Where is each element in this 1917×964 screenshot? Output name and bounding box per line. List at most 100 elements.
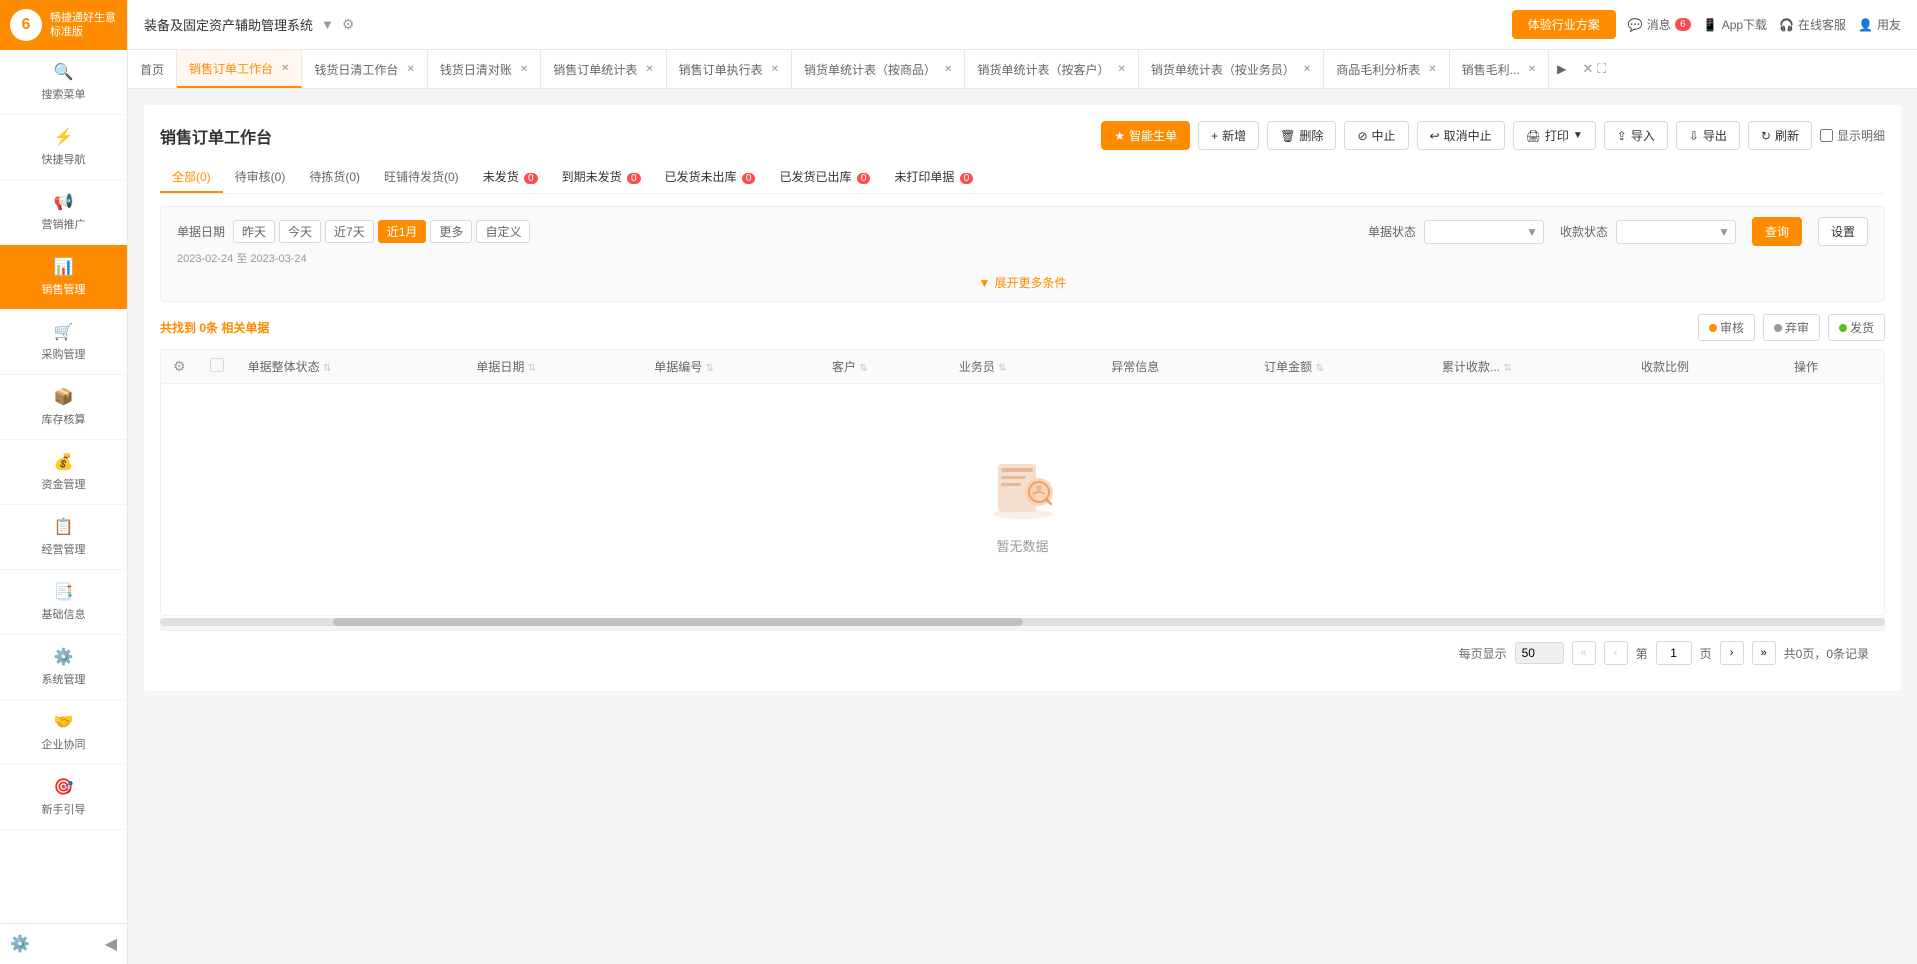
page-next-btn[interactable]: ›	[1720, 641, 1744, 665]
filter-tab-pending-inspect[interactable]: 待拣货(0)	[297, 162, 372, 193]
print-btn[interactable]: 🖨 打印 ▼	[1513, 121, 1596, 150]
cancel-review-btn[interactable]: 弃审	[1763, 314, 1820, 341]
tab-home[interactable]: 首页	[128, 50, 177, 88]
operation-icon: 📋	[54, 517, 74, 537]
tab-more-btn[interactable]: ▶	[1549, 50, 1574, 88]
query-btn[interactable]: 查询	[1752, 217, 1802, 246]
filter-tab-not-printed[interactable]: 未打印单据 0	[882, 162, 985, 193]
date-7days-btn[interactable]: 近7天	[325, 220, 374, 243]
sidebar-item-inventory[interactable]: 📦 库存核算	[0, 375, 127, 440]
settings-gear-icon[interactable]: ⚙	[342, 16, 355, 33]
tab-close-cash-daily[interactable]: ✕	[406, 64, 414, 75]
sidebar-item-basic[interactable]: 📑 基础信息	[0, 570, 127, 635]
tab-sale-sum-product[interactable]: 销货单统计表（按商品） ✕	[792, 50, 965, 88]
page-number-input[interactable]: 1	[1656, 641, 1692, 665]
tab-sales-stat[interactable]: 销售订单统计表 ✕	[541, 50, 666, 88]
tab-close-sum-staff[interactable]: ✕	[1303, 64, 1311, 75]
tab-close-all-icon[interactable]: ✕	[1582, 61, 1593, 77]
sidebar-item-marketing[interactable]: 📢 营销推广	[0, 180, 127, 245]
tab-sales-exec[interactable]: 销售订单执行表 ✕	[667, 50, 792, 88]
date-more-btn[interactable]: 更多	[430, 220, 472, 243]
sidebar-item-quick-nav[interactable]: ⚡ 快捷导航	[0, 115, 127, 180]
tab-sale-sum-customer-label: 销货单统计表（按客户）	[977, 61, 1109, 78]
show-detail-checkbox-label[interactable]: 显示明细	[1820, 127, 1885, 144]
sidebar-item-purchase[interactable]: 🛒 采购管理	[0, 310, 127, 375]
refresh-btn[interactable]: ↻ 刷新	[1748, 121, 1812, 150]
app-download-btn[interactable]: 📱 App下载	[1703, 16, 1767, 33]
review-btn[interactable]: 审核	[1698, 314, 1755, 341]
sidebar-item-sales[interactable]: 📊 销售管理	[0, 245, 127, 310]
sidebar-item-search[interactable]: 🔍 搜索菜单	[0, 50, 127, 115]
tab-close-product-margin[interactable]: ✕	[1428, 64, 1436, 75]
settings-filter-btn[interactable]: 设置	[1818, 217, 1868, 246]
message-btn[interactable]: 💬 消息 6	[1628, 16, 1691, 33]
import-btn[interactable]: ⇪ 导入	[1604, 121, 1668, 150]
status-sort-icon[interactable]: ⇅	[323, 363, 331, 374]
dropdown-icon[interactable]: ▼	[321, 17, 334, 32]
filter-tab-not-shipped[interactable]: 未发货 0	[471, 162, 550, 193]
ship-btn[interactable]: 发货	[1828, 314, 1885, 341]
tab-product-margin[interactable]: 商品毛利分析表 ✕	[1324, 50, 1449, 88]
online-service-btn[interactable]: 🎧 在线客服	[1779, 16, 1846, 33]
tab-close-sales-stat[interactable]: ✕	[645, 64, 653, 75]
industry-btn[interactable]: 体验行业方案	[1512, 10, 1616, 39]
staff-sort-icon[interactable]: ⇅	[998, 363, 1006, 374]
filter-tab-shipped-out[interactable]: 已发货已出库 0	[767, 162, 882, 193]
date-yesterday-btn[interactable]: 昨天	[233, 220, 275, 243]
sidebar-item-system[interactable]: ⚙️ 系统管理	[0, 635, 127, 700]
user-menu[interactable]: 👤 用友	[1858, 16, 1901, 33]
sidebar-item-guide[interactable]: 🎯 新手引导	[0, 765, 127, 830]
tab-cash-daily-label: 钱货日清工作台	[314, 61, 398, 78]
per-page-select[interactable]: 50 10 20 100	[1515, 642, 1564, 664]
sidebar-item-operation[interactable]: 📋 经营管理	[0, 505, 127, 570]
tab-expand-icon[interactable]: ⛶	[1597, 61, 1606, 77]
page-prev-btn[interactable]: ‹	[1604, 641, 1628, 665]
tab-close-cash-reconcile[interactable]: ✕	[520, 64, 528, 75]
filter-tab-shipped-not-out[interactable]: 已发货未出库 0	[653, 162, 768, 193]
column-settings-icon[interactable]: ⚙	[173, 358, 186, 374]
page-last-btn[interactable]: »	[1752, 641, 1776, 665]
status-select[interactable]	[1424, 220, 1544, 244]
import-icon: ⇪	[1617, 129, 1627, 143]
filter-tab-overdue-not-shipped[interactable]: 到期未发货 0	[550, 162, 653, 193]
number-sort-icon[interactable]: ⇅	[706, 363, 714, 374]
filter-tab-wangpu[interactable]: 旺铺待发货(0)	[372, 162, 471, 193]
settings-icon[interactable]: ⚙️	[10, 934, 30, 954]
filter-tab-all[interactable]: 全部(0)	[160, 162, 223, 193]
select-all-checkbox[interactable]	[210, 358, 224, 372]
delete-btn[interactable]: 🗑 删除	[1267, 121, 1336, 150]
tab-sales-order[interactable]: 销售订单工作台 ✕	[177, 50, 302, 88]
date-1month-btn[interactable]: 近1月	[378, 220, 427, 243]
tab-cash-reconcile[interactable]: 钱货日清对账 ✕	[428, 50, 541, 88]
tab-sales-more[interactable]: 销售毛利... ✕	[1450, 50, 1549, 88]
collapse-icon[interactable]: ◀	[105, 934, 117, 954]
smart-create-btn[interactable]: ★ 智能生单	[1101, 121, 1190, 150]
date-today-btn[interactable]: 今天	[279, 220, 321, 243]
tab-close-sum-product[interactable]: ✕	[944, 64, 952, 75]
show-detail-checkbox[interactable]	[1820, 129, 1833, 142]
tab-cash-daily[interactable]: 钱货日清工作台 ✕	[302, 50, 427, 88]
date-sort-icon[interactable]: ⇅	[528, 363, 536, 374]
export-btn[interactable]: ⇩ 导出	[1676, 121, 1740, 150]
filter-tab-pending-review[interactable]: 待审核(0)	[223, 162, 298, 193]
stop-btn[interactable]: ⊘ 中止	[1344, 121, 1408, 150]
tab-close-sales-exec[interactable]: ✕	[771, 64, 779, 75]
tab-close-sales-order[interactable]: ✕	[281, 63, 289, 74]
tab-close-sum-customer[interactable]: ✕	[1117, 64, 1125, 75]
date-custom-btn[interactable]: 自定义	[476, 220, 530, 243]
expand-more-btn[interactable]: ▼ 展开更多条件	[979, 274, 1067, 291]
received-sort-icon[interactable]: ⇅	[1503, 363, 1511, 374]
page-first-btn[interactable]: «	[1572, 641, 1596, 665]
payment-select[interactable]	[1616, 220, 1736, 244]
cancel-stop-btn[interactable]: ↩ 取消中止	[1417, 121, 1505, 150]
sidebar-item-finance[interactable]: 💰 资金管理	[0, 440, 127, 505]
tab-sale-sum-customer[interactable]: 销货单统计表（按客户） ✕	[965, 50, 1138, 88]
tab-sale-sum-staff[interactable]: 销货单统计表（按业务员） ✕	[1139, 50, 1324, 88]
add-btn[interactable]: + 新增	[1198, 121, 1259, 150]
customer-sort-icon[interactable]: ⇅	[859, 363, 867, 374]
amount-sort-icon[interactable]: ⇅	[1316, 363, 1324, 374]
sidebar-item-corp[interactable]: 🤝 企业协同	[0, 700, 127, 765]
scroll-bar-area[interactable]	[160, 618, 1885, 630]
scroll-thumb[interactable]	[333, 618, 1023, 626]
tab-close-sales-more[interactable]: ✕	[1528, 64, 1536, 75]
